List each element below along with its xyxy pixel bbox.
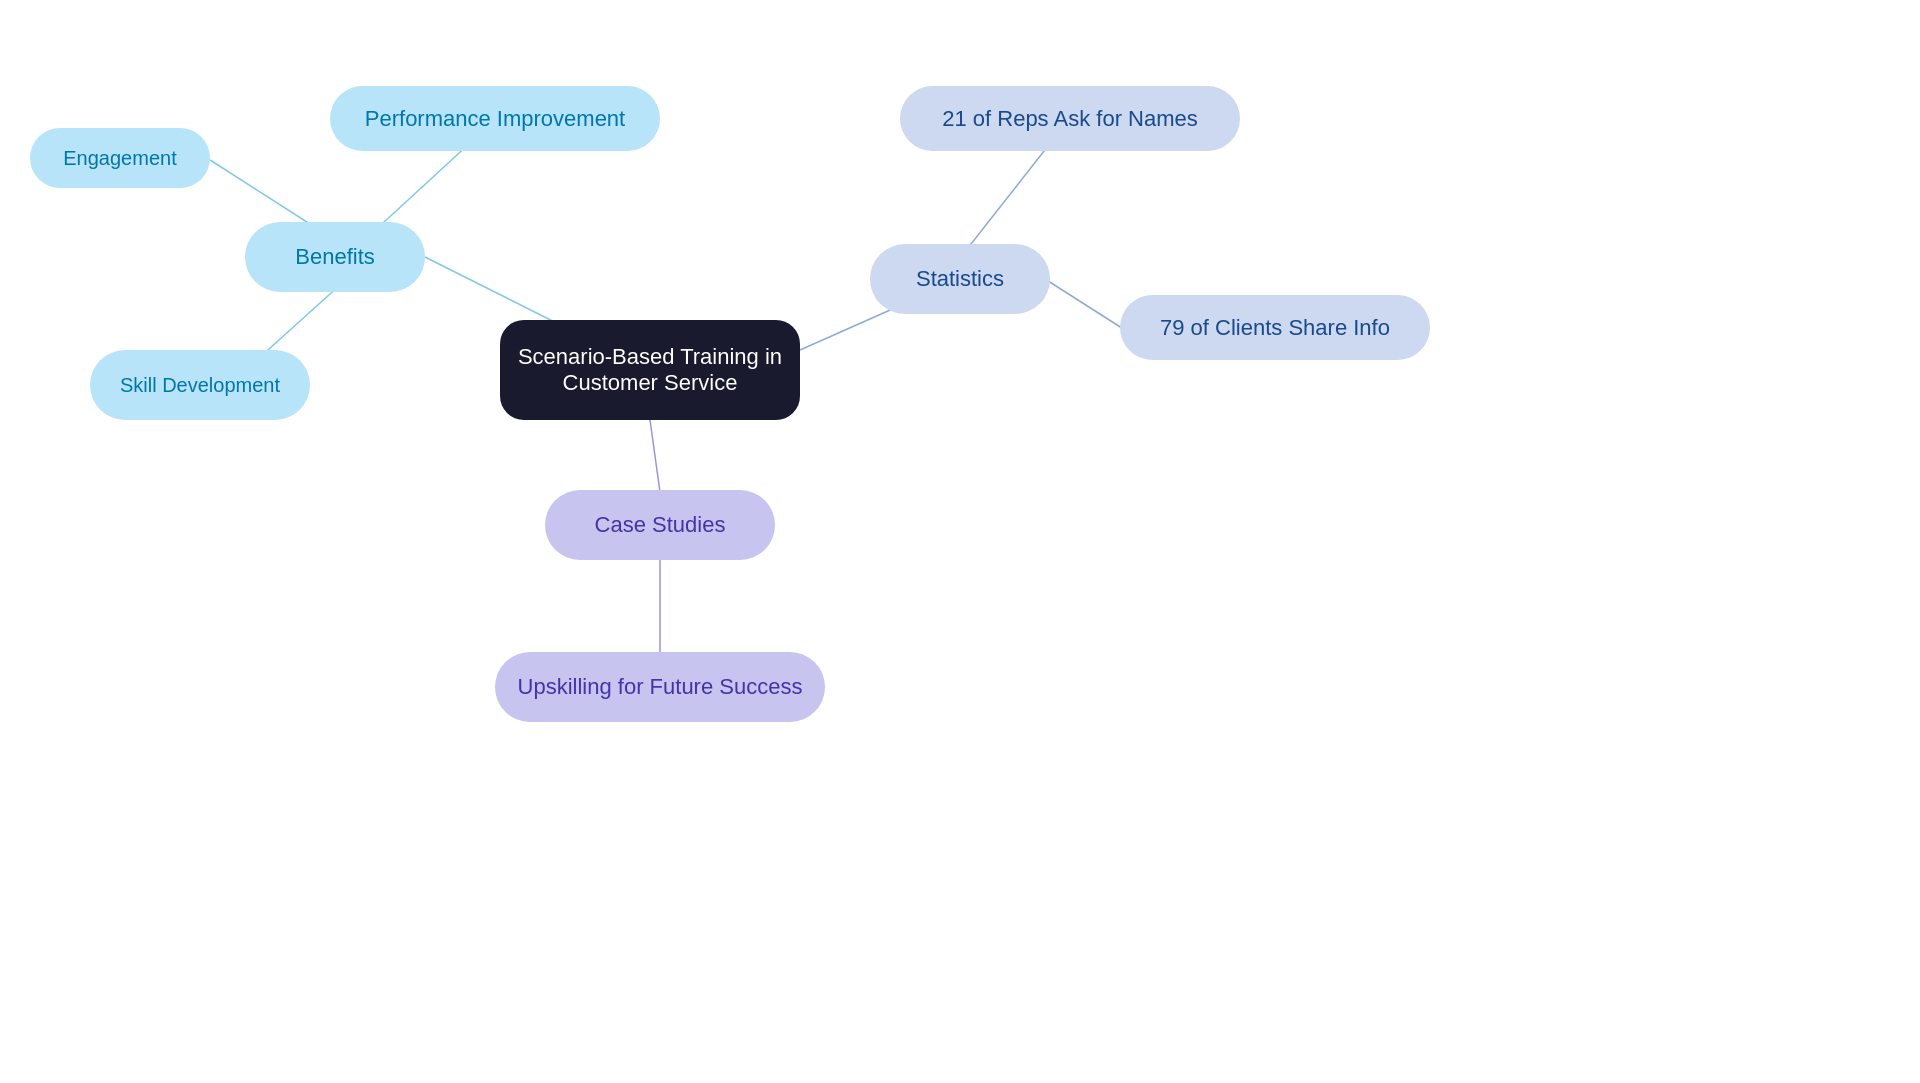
center-label: Scenario-Based Training in Customer Serv… [500, 344, 800, 396]
performance-node: Performance Improvement [330, 86, 660, 151]
svg-line-6 [1045, 279, 1125, 330]
reps-label: 21 of Reps Ask for Names [942, 106, 1198, 132]
case-label: Case Studies [595, 512, 726, 538]
statistics-label: Statistics [916, 266, 1004, 292]
skill-development-node: Skill Development [90, 350, 310, 420]
reps-node: 21 of Reps Ask for Names [900, 86, 1240, 151]
engagement-label: Engagement [63, 147, 176, 170]
center-node: Scenario-Based Training in Customer Serv… [500, 320, 800, 420]
statistics-node: Statistics [870, 244, 1050, 314]
engagement-node: Engagement [30, 128, 210, 188]
skill-label: Skill Development [120, 374, 280, 397]
benefits-label: Benefits [295, 244, 375, 270]
performance-label: Performance Improvement [365, 106, 625, 132]
case-studies-node: Case Studies [545, 490, 775, 560]
svg-line-7 [650, 420, 660, 492]
clients-label: 79 of Clients Share Info [1160, 315, 1390, 341]
upskilling-label: Upskilling for Future Success [518, 674, 803, 700]
upskilling-node: Upskilling for Future Success [495, 652, 825, 722]
clients-node: 79 of Clients Share Info [1120, 295, 1430, 360]
benefits-node: Benefits [245, 222, 425, 292]
